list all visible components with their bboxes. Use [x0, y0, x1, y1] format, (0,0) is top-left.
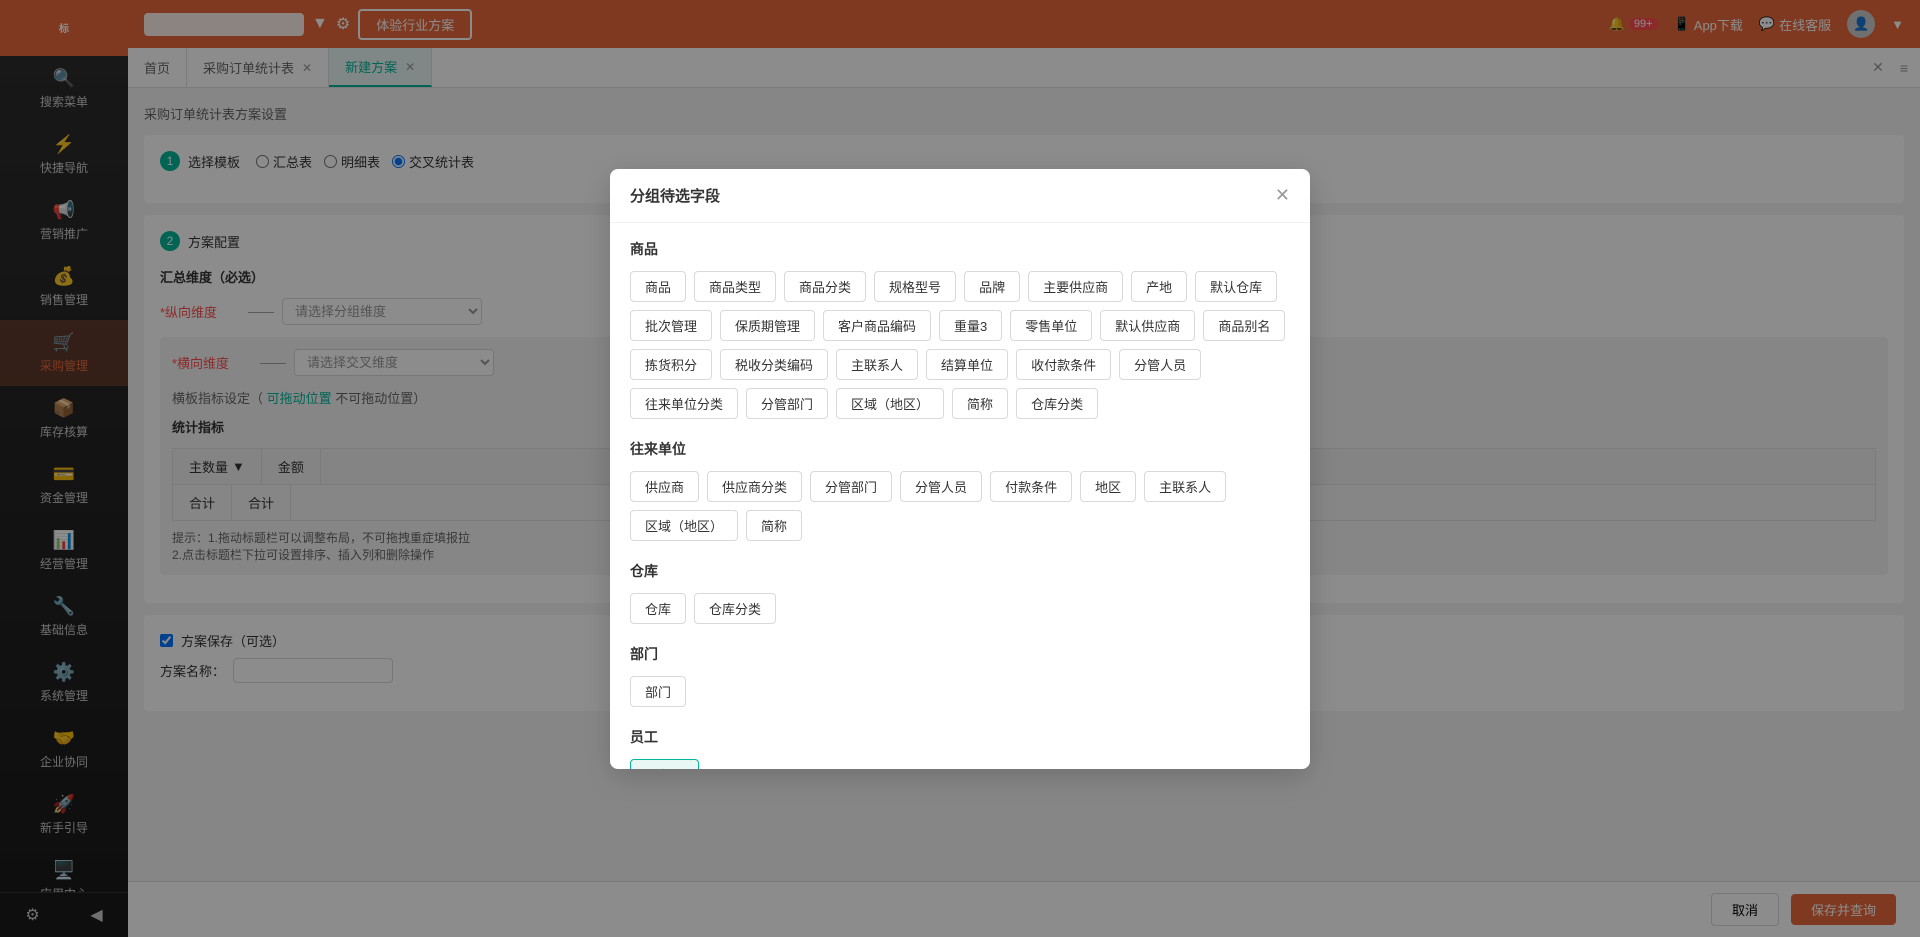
field-tag-1-8[interactable]: 简称: [746, 510, 802, 541]
field-tag-0-4[interactable]: 品牌: [964, 271, 1020, 302]
field-group-4: 员工业务员: [630, 727, 1290, 769]
field-tag-2-0[interactable]: 仓库: [630, 593, 686, 624]
field-tag-0-8[interactable]: 批次管理: [630, 310, 712, 341]
field-tag-1-0[interactable]: 供应商: [630, 471, 699, 502]
field-tag-1-5[interactable]: 地区: [1080, 471, 1136, 502]
field-tag-1-1[interactable]: 供应商分类: [707, 471, 802, 502]
field-tag-0-6[interactable]: 产地: [1131, 271, 1187, 302]
field-tag-1-6[interactable]: 主联系人: [1144, 471, 1226, 502]
field-tag-0-24[interactable]: 简称: [952, 388, 1008, 419]
field-tag-0-5[interactable]: 主要供应商: [1028, 271, 1123, 302]
field-group-title-3: 部门: [630, 644, 1290, 664]
field-tag-0-3[interactable]: 规格型号: [874, 271, 956, 302]
field-tag-0-13[interactable]: 默认供应商: [1100, 310, 1195, 341]
field-tag-0-0[interactable]: 商品: [630, 271, 686, 302]
field-tag-0-14[interactable]: 商品别名: [1203, 310, 1285, 341]
field-tag-0-2[interactable]: 商品分类: [784, 271, 866, 302]
field-group-title-1: 往来单位: [630, 439, 1290, 459]
field-tag-0-20[interactable]: 分管人员: [1119, 349, 1201, 380]
field-group-1: 往来单位供应商供应商分类分管部门分管人员付款条件地区主联系人区域（地区） 简称: [630, 439, 1290, 541]
modal-header: 分组待选字段 ✕: [610, 169, 1310, 223]
field-tag-0-7[interactable]: 默认仓库: [1195, 271, 1277, 302]
field-group-0: 商品商品商品类型商品分类规格型号品牌主要供应商产地默认仓库批次管理保质期管理客户…: [630, 239, 1290, 419]
field-tag-4-0[interactable]: 业务员: [630, 759, 699, 769]
field-group-title-0: 商品: [630, 239, 1290, 259]
field-tags-1: 供应商供应商分类分管部门分管人员付款条件地区主联系人区域（地区） 简称: [630, 471, 1290, 541]
field-tag-0-15[interactable]: 拣货积分: [630, 349, 712, 380]
field-group-title-4: 员工: [630, 727, 1290, 747]
field-tag-0-11[interactable]: 重量3: [939, 310, 1002, 341]
field-tag-1-3[interactable]: 分管人员: [900, 471, 982, 502]
field-tags-0: 商品商品类型商品分类规格型号品牌主要供应商产地默认仓库批次管理保质期管理客户商品…: [630, 271, 1290, 419]
modal-close-button[interactable]: ✕: [1275, 185, 1290, 206]
field-tag-0-21[interactable]: 往来单位分类: [630, 388, 738, 419]
field-tag-0-1[interactable]: 商品类型: [694, 271, 776, 302]
field-tag-1-2[interactable]: 分管部门: [810, 471, 892, 502]
field-tag-0-16[interactable]: 税收分类编码: [720, 349, 828, 380]
field-tag-0-9[interactable]: 保质期管理: [720, 310, 815, 341]
field-group-2: 仓库仓库仓库分类: [630, 561, 1290, 624]
field-tags-4: 业务员: [630, 759, 1290, 769]
field-tag-0-10[interactable]: 客户商品编码: [823, 310, 931, 341]
modal-body: 商品商品商品类型商品分类规格型号品牌主要供应商产地默认仓库批次管理保质期管理客户…: [610, 223, 1310, 769]
field-group-3: 部门部门: [630, 644, 1290, 707]
field-tag-0-22[interactable]: 分管部门: [746, 388, 828, 419]
field-tag-3-0[interactable]: 部门: [630, 676, 686, 707]
field-select-modal: 分组待选字段 ✕ 商品商品商品类型商品分类规格型号品牌主要供应商产地默认仓库批次…: [610, 169, 1310, 769]
field-tag-0-19[interactable]: 收付款条件: [1016, 349, 1111, 380]
modal-overlay: 分组待选字段 ✕ 商品商品商品类型商品分类规格型号品牌主要供应商产地默认仓库批次…: [0, 0, 1920, 937]
modal-title: 分组待选字段: [630, 185, 720, 206]
field-tag-0-17[interactable]: 主联系人: [836, 349, 918, 380]
field-tags-2: 仓库仓库分类: [630, 593, 1290, 624]
field-tag-1-7[interactable]: 区域（地区）: [630, 510, 738, 541]
field-group-title-2: 仓库: [630, 561, 1290, 581]
field-tag-0-25[interactable]: 仓库分类: [1016, 388, 1098, 419]
field-tag-1-4[interactable]: 付款条件: [990, 471, 1072, 502]
field-tags-3: 部门: [630, 676, 1290, 707]
field-tag-2-1[interactable]: 仓库分类: [694, 593, 776, 624]
field-tag-0-23[interactable]: 区域（地区）: [836, 388, 944, 419]
field-tag-0-18[interactable]: 结算单位: [926, 349, 1008, 380]
field-tag-0-12[interactable]: 零售单位: [1010, 310, 1092, 341]
